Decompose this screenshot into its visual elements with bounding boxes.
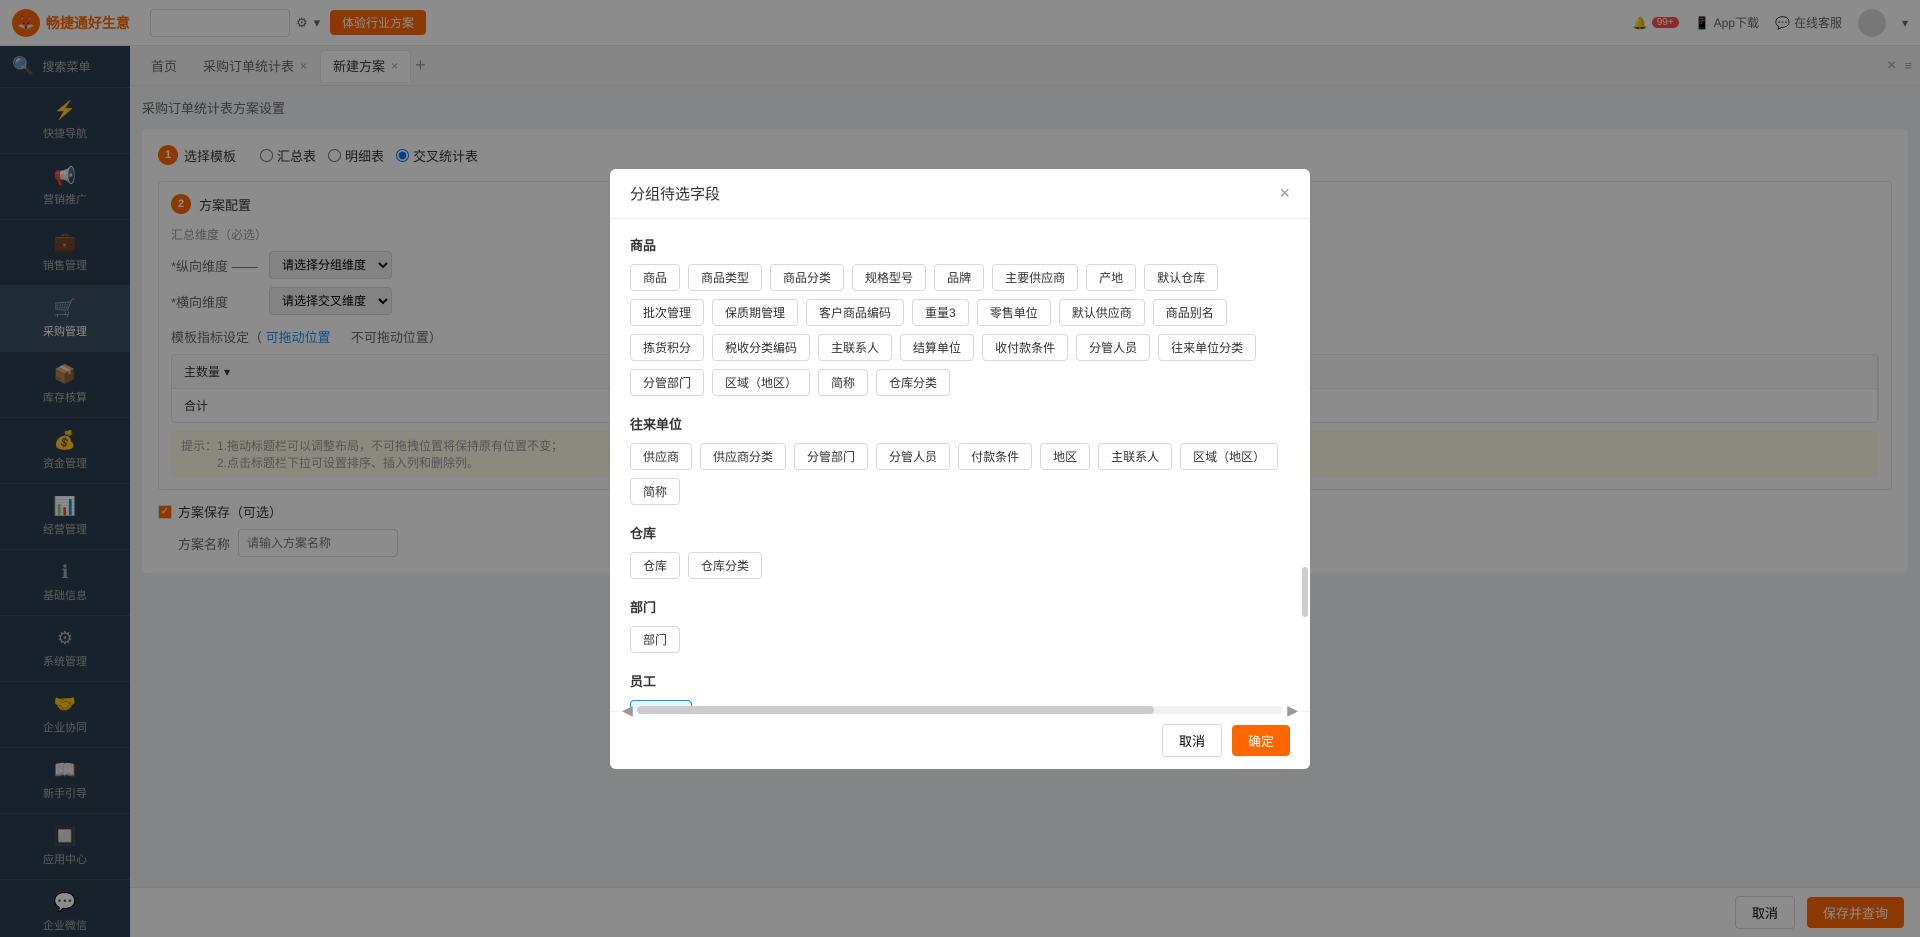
chip-manage-person[interactable]: 分管人员	[876, 443, 950, 470]
chip-department[interactable]: 部门	[630, 626, 680, 653]
chip-short-name-product[interactable]: 简称	[818, 369, 868, 396]
chip-weight3[interactable]: 重量3	[912, 299, 969, 326]
chip-product-alias[interactable]: 商品别名	[1153, 299, 1227, 326]
chip-short-name[interactable]: 简称	[630, 478, 680, 505]
hscroll-track	[637, 706, 1283, 714]
field-chips-counterpart: 供应商 供应商分类 分管部门 分管人员 付款条件 地区 主联系人 区域（地区） …	[630, 443, 1290, 505]
modal-scrollbar-track[interactable]	[1302, 369, 1308, 699]
field-chips-dept: 部门	[630, 626, 1290, 653]
chip-origin[interactable]: 产地	[1086, 264, 1136, 291]
chip-default-supplier[interactable]: 默认供应商	[1059, 299, 1145, 326]
chip-product-type[interactable]: 商品类型	[688, 264, 762, 291]
modal-hscroll: ◀ ▶	[622, 702, 1298, 719]
modal: 分组待选字段 × 商品 商品 商品类型 商品分类 规格型号 品牌 主要供应商 产…	[610, 169, 1310, 769]
field-section-product: 商品 商品 商品类型 商品分类 规格型号 品牌 主要供应商 产地 默认仓库 批次…	[630, 235, 1290, 396]
chip-region-product[interactable]: 区域（地区）	[712, 369, 810, 396]
modal-header: 分组待选字段 ×	[610, 169, 1310, 219]
chip-main-supplier[interactable]: 主要供应商	[992, 264, 1078, 291]
modal-body[interactable]: 商品 商品 商品类型 商品分类 规格型号 品牌 主要供应商 产地 默认仓库 批次…	[610, 219, 1310, 711]
chip-supplier-category[interactable]: 供应商分类	[700, 443, 786, 470]
field-chips-product: 商品 商品类型 商品分类 规格型号 品牌 主要供应商 产地 默认仓库 批次管理 …	[630, 264, 1290, 396]
chip-manager[interactable]: 分管人员	[1076, 334, 1150, 361]
modal-title: 分组待选字段	[630, 183, 720, 204]
field-section-warehouse: 仓库 仓库 仓库分类	[630, 523, 1290, 579]
chip-default-warehouse[interactable]: 默认仓库	[1144, 264, 1218, 291]
chip-payment-cond[interactable]: 付款条件	[958, 443, 1032, 470]
modal-footer: 取消 确定	[610, 711, 1310, 769]
chip-pick-points[interactable]: 拣货积分	[630, 334, 704, 361]
chip-tax-code[interactable]: 税收分类编码	[712, 334, 810, 361]
modal-cancel-button[interactable]: 取消	[1162, 724, 1222, 757]
hscroll-right-icon[interactable]: ▶	[1287, 702, 1298, 719]
chip-main-contact2[interactable]: 主联系人	[1098, 443, 1172, 470]
chip-spec-type[interactable]: 规格型号	[852, 264, 926, 291]
chip-batch-mgmt[interactable]: 批次管理	[630, 299, 704, 326]
chip-warehouse-category[interactable]: 仓库分类	[876, 369, 950, 396]
field-section-dept: 部门 部门	[630, 597, 1290, 653]
chip-warehouse[interactable]: 仓库	[630, 552, 680, 579]
chip-supplier[interactable]: 供应商	[630, 443, 692, 470]
field-chips-warehouse: 仓库 仓库分类	[630, 552, 1290, 579]
field-section-staff-title: 员工	[630, 671, 1290, 690]
hscroll-thumb[interactable]	[637, 706, 1154, 714]
chip-main-contact[interactable]: 主联系人	[818, 334, 892, 361]
chip-counterpart-category[interactable]: 往来单位分类	[1158, 334, 1256, 361]
field-section-dept-title: 部门	[630, 597, 1290, 616]
chip-manage-dept[interactable]: 分管部门	[794, 443, 868, 470]
field-section-warehouse-title: 仓库	[630, 523, 1290, 542]
chip-product-category[interactable]: 商品分类	[770, 264, 844, 291]
field-section-counterpart-title: 往来单位	[630, 414, 1290, 433]
chip-brand[interactable]: 品牌	[934, 264, 984, 291]
chip-region2[interactable]: 区域（地区）	[1180, 443, 1278, 470]
chip-retail-unit[interactable]: 零售单位	[977, 299, 1051, 326]
modal-scrollbar-thumb[interactable]	[1302, 567, 1308, 617]
field-section-product-title: 商品	[630, 235, 1290, 254]
chip-payment-terms[interactable]: 收付款条件	[982, 334, 1068, 361]
chip-customer-code[interactable]: 客户商品编码	[806, 299, 904, 326]
chip-dept[interactable]: 分管部门	[630, 369, 704, 396]
chip-product[interactable]: 商品	[630, 264, 680, 291]
modal-close-button[interactable]: ×	[1279, 183, 1290, 204]
field-section-counterpart: 往来单位 供应商 供应商分类 分管部门 分管人员 付款条件 地区 主联系人 区域…	[630, 414, 1290, 505]
modal-overlay: 分组待选字段 × 商品 商品 商品类型 商品分类 规格型号 品牌 主要供应商 产…	[0, 0, 1920, 937]
chip-expiry-mgmt[interactable]: 保质期管理	[712, 299, 798, 326]
modal-confirm-button[interactable]: 确定	[1232, 725, 1290, 756]
chip-warehouse-cat[interactable]: 仓库分类	[688, 552, 762, 579]
chip-settlement-unit[interactable]: 结算单位	[900, 334, 974, 361]
hscroll-left-icon[interactable]: ◀	[622, 702, 633, 719]
chip-region[interactable]: 地区	[1040, 443, 1090, 470]
